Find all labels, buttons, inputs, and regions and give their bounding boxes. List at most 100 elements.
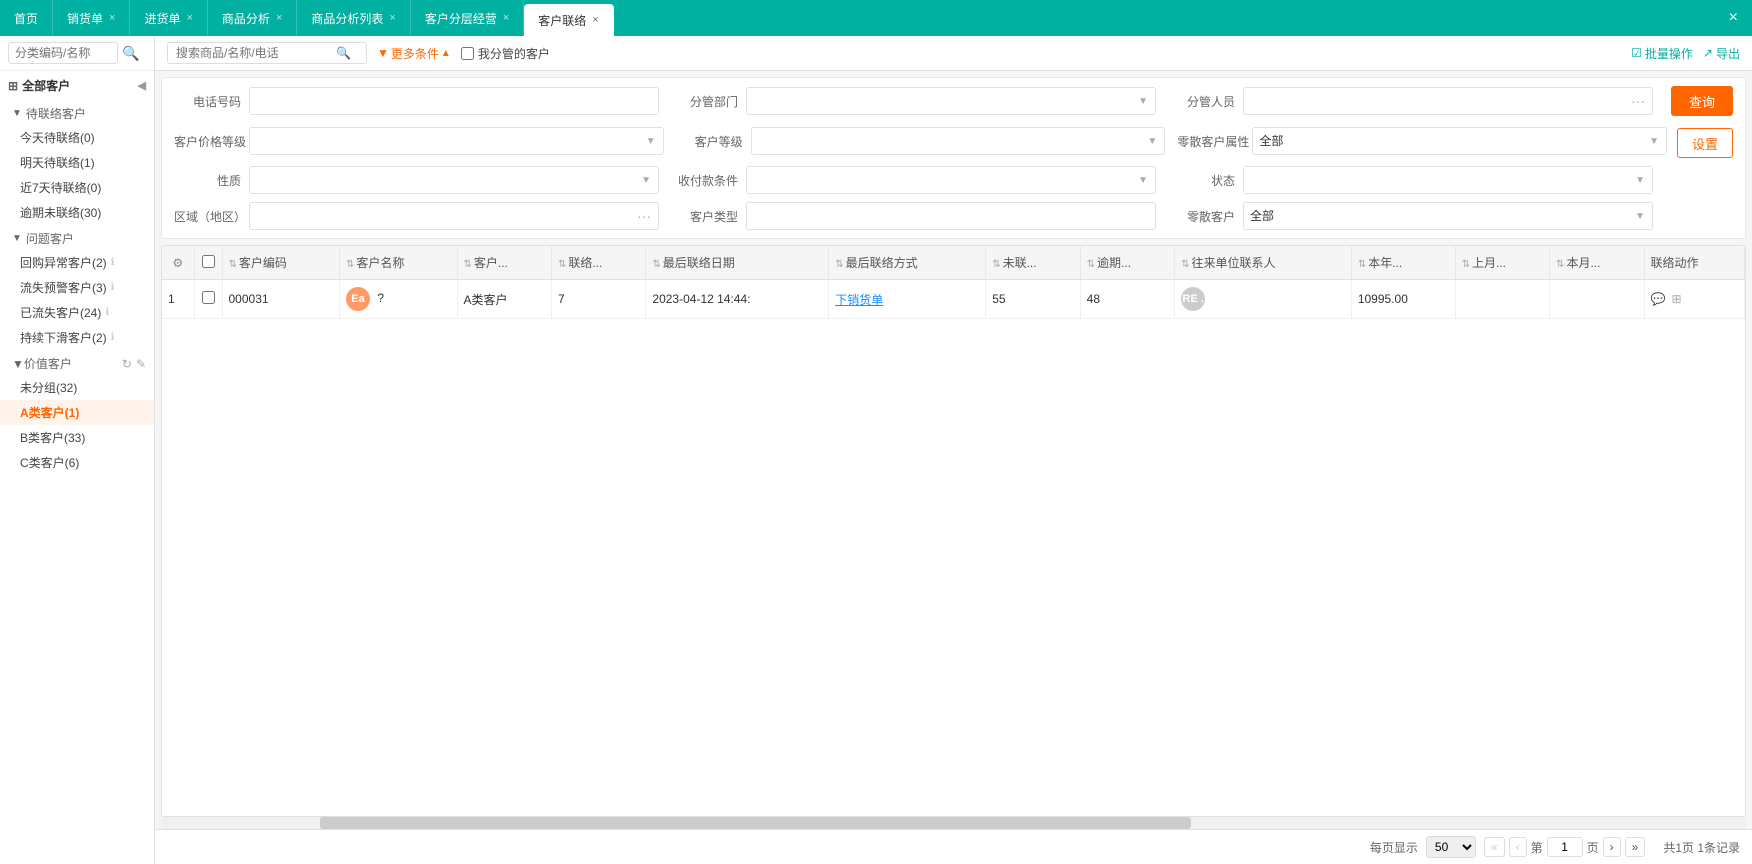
tab-purchase[interactable]: 进货单 × [130,0,207,36]
search-input-wrap: 🔍 [167,42,367,64]
sidebar-item-class-b[interactable]: B类客户(33) [0,425,154,450]
prev-page-btn[interactable]: ‹ [1509,837,1527,857]
tab-purchase-close[interactable]: × [186,12,192,24]
sidebar-item-today[interactable]: 今天待联络(0) [0,125,154,150]
all-customers-header[interactable]: ⊞ 全部客户 ◀ [0,71,154,100]
select-all-checkbox[interactable] [202,255,215,268]
sort-icon-name[interactable]: ⇅ [346,259,354,270]
sidebar-search-input[interactable] [8,42,118,64]
per-page-select[interactable]: 50 20 100 [1426,836,1476,858]
status-select[interactable] [1243,166,1653,194]
payment-wrap: ▼ [746,166,1156,194]
sidebar-item-churn-warning[interactable]: 流失预警客户(3) ℹ [0,275,154,300]
sidebar-item-class-a[interactable]: A类客户(1) [0,400,154,425]
last-method-link[interactable]: 下销货单 [835,293,883,307]
tab-goods-analysis[interactable]: 商品分析 × [208,0,297,36]
value-customers-section[interactable]: ▼ 价值客户 ↻ ✎ [0,350,154,375]
batch-operations-btn[interactable]: ☑ 批量操作 [1631,45,1693,62]
export-btn[interactable]: ↗ 导出 [1703,45,1740,62]
sort-icon-date[interactable]: ⇅ [652,259,660,270]
sidebar-item-class-c[interactable]: C类客户(6) [0,450,154,475]
col-this-month: ⇅本月... [1550,246,1644,280]
sort-icon-lastmonth[interactable]: ⇅ [1462,259,1470,270]
phone-input[interactable] [249,87,659,115]
my-customers-filter[interactable]: 我分管的客户 [461,45,550,62]
refresh-icon[interactable]: ↻ [122,357,132,371]
my-customers-checkbox[interactable] [461,47,474,60]
tab-customer-contact[interactable]: 客户联络 × [524,4,613,36]
col-contact-count: ⇅联络... [551,246,645,280]
next-page-btn[interactable]: › [1603,837,1621,857]
price-level-select[interactable] [249,127,664,155]
sort-icon-year[interactable]: ⇅ [1358,259,1366,270]
repurchase-abnormal-label: 回购异常客户(2) [20,254,107,271]
payment-select[interactable] [746,166,1156,194]
more-conditions-btn[interactable]: ▼ 更多条件 ▲ [377,45,451,62]
dept-select[interactable] [746,87,1156,115]
customer-level-label: 客户等级 [676,133,751,150]
sort-icon-code[interactable]: ⇅ [229,259,237,270]
search-bar: 🔍 ▼ 更多条件 ▲ 我分管的客户 ☑ 批量操作 ↗ 导出 [155,36,1752,71]
sort-icon-overdue[interactable]: ⇅ [1087,259,1095,270]
customer-type-input[interactable] [746,202,1156,230]
qr-action-icon[interactable]: ⊞ [1671,292,1681,306]
tab-customer-contact-close[interactable]: × [592,14,598,26]
horizontal-scrollbar[interactable] [161,817,1746,829]
class-b-label: B类客户(33) [20,429,85,446]
tab-customer-tier-close[interactable]: × [503,12,509,24]
settings-button[interactable]: 设置 [1677,128,1733,158]
query-button[interactable]: 查询 [1671,86,1733,116]
pending-contact-section[interactable]: ▼ 待联络客户 [0,100,154,125]
sort-icon-not[interactable]: ⇅ [992,259,1000,270]
tab-goods-analysis-close[interactable]: × [276,12,282,24]
sort-icon-contact[interactable]: ⇅ [558,259,566,270]
sort-icon-method[interactable]: ⇅ [835,259,843,270]
scroll-thumb[interactable] [320,817,1192,829]
churn-warning-label: 流失预警客户(3) [20,279,107,296]
scattered-select[interactable]: 全部 [1243,202,1653,230]
edit-icon[interactable]: ✎ [136,357,146,371]
first-page-btn[interactable]: « [1484,837,1505,857]
sort-icon-type[interactable]: ⇅ [464,259,472,270]
sidebar-item-tomorrow[interactable]: 明天待联络(1) [0,150,154,175]
filter-row-4: 区域（地区） ··· 客户类型 零散客户 全部 [174,202,1733,230]
tab-home[interactable]: 首页 [0,0,53,36]
col-actions: 联络动作 [1644,246,1745,280]
sidebar-item-overdue[interactable]: 逾期未联络(30) [0,200,154,225]
ungrouped-label: 未分组(32) [20,379,77,396]
price-level-label: 客户价格等级 [174,133,249,150]
window-close-button[interactable]: × [1715,9,1752,27]
last-page-btn[interactable]: » [1625,837,1646,857]
tab-customer-tier[interactable]: 客户分层经营 × [411,0,524,36]
tab-goods-analysis-list[interactable]: 商品分析列表 × [297,0,410,36]
sidebar-item-ungrouped[interactable]: 未分组(32) [0,375,154,400]
search-input[interactable] [176,46,336,60]
page-input[interactable] [1547,837,1583,857]
sidebar-item-churned[interactable]: 已流失客户(24) ℹ [0,300,154,325]
sort-icon-company[interactable]: ⇅ [1181,259,1189,270]
tab-sales-close[interactable]: × [109,12,115,24]
chat-action-icon[interactable]: 💬 [1651,292,1666,306]
row-checkbox-cell [194,280,222,319]
collapse-icon[interactable]: ◀ [138,79,146,92]
customer-level-select[interactable] [751,127,1166,155]
sidebar-item-declining[interactable]: 持续下滑客户(2) ℹ [0,325,154,350]
search-icon[interactable]: 🔍 [336,46,351,60]
tab-home-label: 首页 [14,10,38,27]
today-contact-label: 今天待联络(0) [20,129,95,146]
manager-input[interactable] [1243,87,1653,115]
sidebar-item-7days[interactable]: 近7天待联络(0) [0,175,154,200]
sort-icon-month[interactable]: ⇅ [1556,259,1564,270]
tab-sales[interactable]: 销货单 × [53,0,130,36]
scattered-label: 零散客户 [1168,208,1243,225]
tab-goods-analysis-list-close[interactable]: × [389,12,395,24]
problem-customers-section[interactable]: ▼ 问题客户 [0,225,154,250]
sidebar-search-icon[interactable]: 🔍 [122,45,139,62]
scattered-attr-select[interactable]: 全部 [1252,127,1667,155]
col-gear[interactable]: ⚙ [162,246,194,280]
col-this-year: ⇅本年... [1351,246,1455,280]
row-checkbox[interactable] [202,291,215,304]
region-input[interactable] [249,202,659,230]
sidebar-item-repurchase-abnormal[interactable]: 回购异常客户(2) ℹ [0,250,154,275]
nature-select[interactable] [249,166,659,194]
